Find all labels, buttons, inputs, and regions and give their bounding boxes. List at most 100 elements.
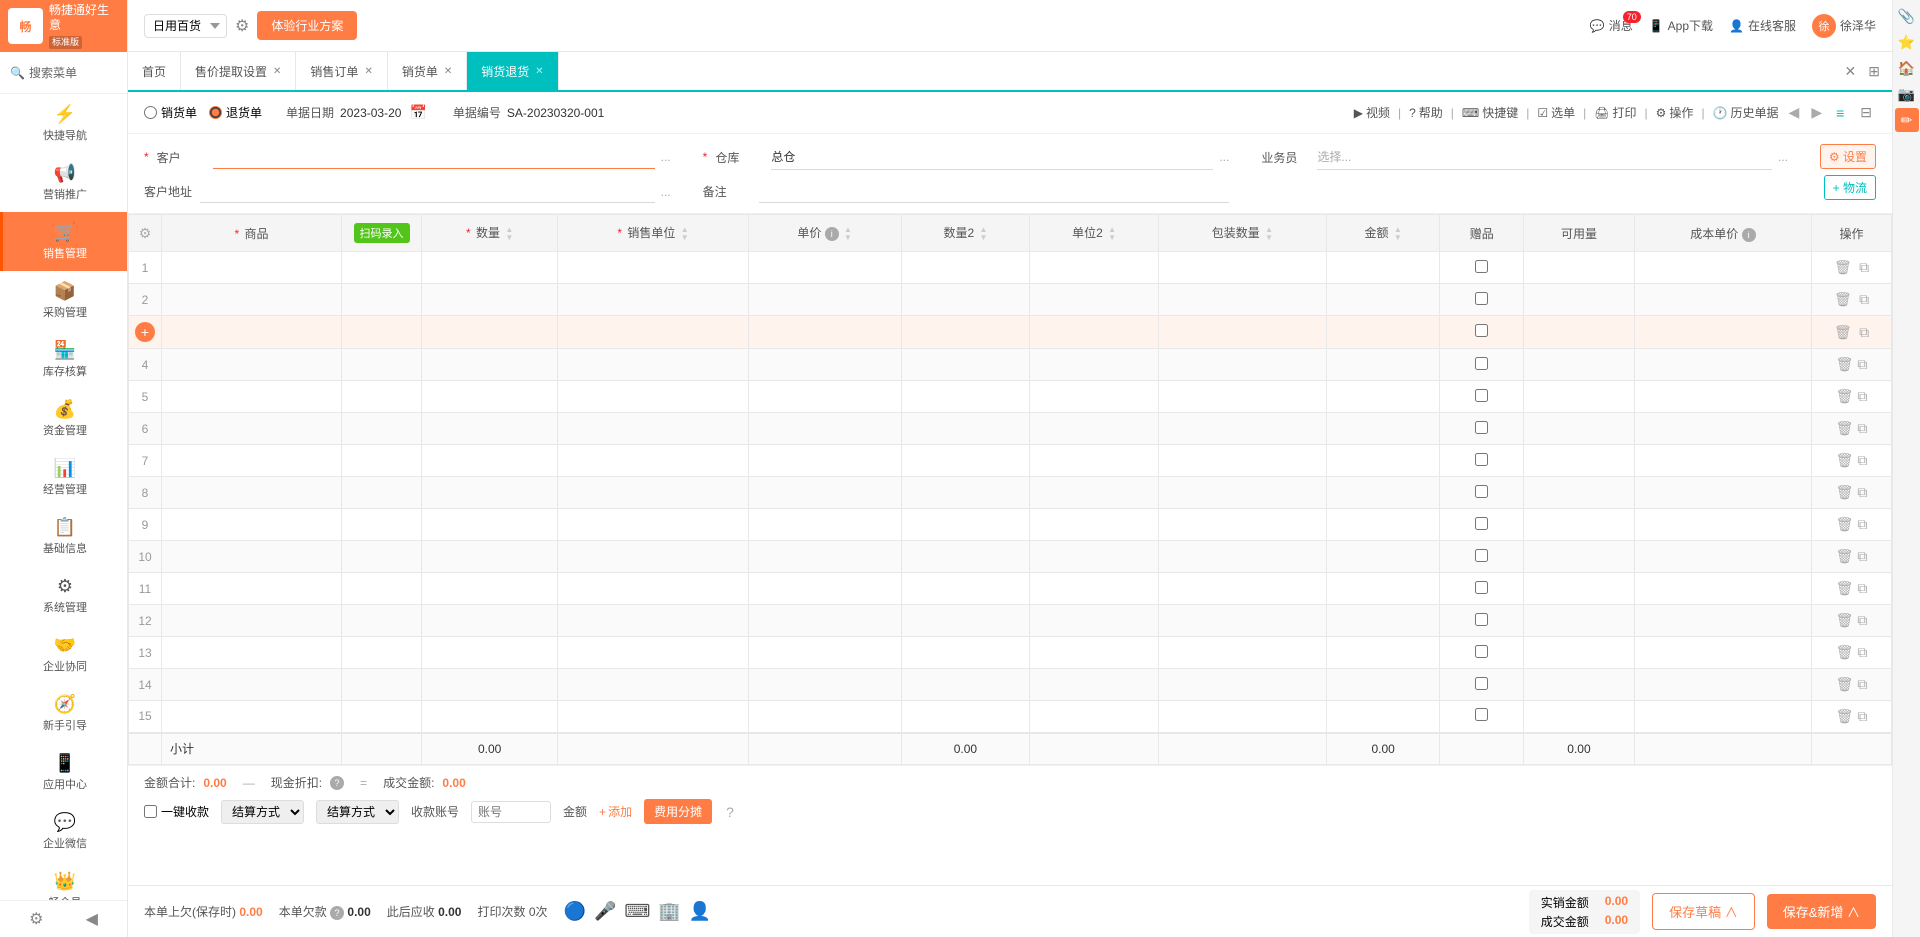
sidebar-item-vip[interactable]: 👑 畅会员 <box>0 861 127 900</box>
amount-sort[interactable]: ▲ ▼ <box>1394 226 1402 242</box>
sidebar-settings-button[interactable]: ⚙ <box>29 909 43 929</box>
cash-discount-info-icon[interactable]: ? <box>330 776 344 790</box>
customer-input[interactable] <box>213 146 655 169</box>
operations-button[interactable]: ⚙ 操作 <box>1656 104 1694 121</box>
sidebar-item-inventory[interactable]: 🏪 库存核算 <box>0 330 127 389</box>
gift-checkbox-10[interactable] <box>1475 549 1488 562</box>
list-view-button[interactable]: ≡ <box>1832 103 1848 123</box>
tab-price-settings[interactable]: 售价提取设置 ✕ <box>181 52 296 91</box>
sidebar-item-wechat[interactable]: 💬 企业微信 <box>0 802 127 861</box>
gift-checkbox-9[interactable] <box>1475 517 1488 530</box>
tab-price-settings-close[interactable]: ✕ <box>271 66 281 77</box>
online-service-button[interactable]: 👤 在线客服 <box>1729 17 1796 34</box>
delete-row-4[interactable]: 🗑 <box>1834 356 1856 373</box>
industry-select[interactable]: 日用百货 <box>144 14 227 38</box>
warehouse-picker-button[interactable]: ... <box>1219 150 1229 164</box>
copy-row-3-button[interactable]: ⧉ <box>1857 324 1871 341</box>
select-button[interactable]: ☑ 选单 <box>1537 104 1575 121</box>
delete-row-2-button[interactable]: 🗑 <box>1832 291 1854 308</box>
message-button[interactable]: 💬 消息 70 <box>1590 17 1633 34</box>
tab-sales-return[interactable]: 销货退货 ✕ <box>467 52 558 91</box>
customer-picker-button[interactable]: ... <box>661 150 671 164</box>
delete-row-15[interactable]: 🗑 <box>1834 708 1856 725</box>
save-new-button[interactable]: 保存&新增 ∧ <box>1767 894 1876 929</box>
copy-row-7[interactable]: ⧉ <box>1855 452 1869 469</box>
staff-picker-button[interactable]: ... <box>1778 150 1788 164</box>
gift-checkbox-2[interactable] <box>1475 292 1488 305</box>
price-sort[interactable]: ▲ ▼ <box>844 226 852 242</box>
save-draft-button[interactable]: 保存草稿 ∧ <box>1652 893 1755 930</box>
right-panel-icon-4[interactable]: 📷 <box>1895 82 1919 106</box>
gift-checkbox-5[interactable] <box>1475 389 1488 402</box>
user-profile[interactable]: 徐 徐泽华 <box>1812 14 1876 38</box>
sidebar-item-system[interactable]: ⚙ 系统管理 <box>0 566 127 625</box>
address-input[interactable] <box>200 180 655 203</box>
tab-sales-delivery[interactable]: 销货单 ✕ <box>388 52 467 91</box>
sidebar-collapse-button[interactable]: ◀ <box>86 909 98 929</box>
expense-help-button[interactable]: ? <box>724 804 736 820</box>
copy-row-5[interactable]: ⧉ <box>1855 388 1869 405</box>
delete-row-1-button[interactable]: 🗑 <box>1832 259 1854 276</box>
bill-debt-info-icon[interactable]: ? <box>330 906 344 920</box>
date-picker-button[interactable]: 📅 <box>407 104 428 121</box>
one-click-pay-input[interactable] <box>144 805 157 818</box>
right-panel-icon-1[interactable]: 📎 <box>1895 4 1919 28</box>
gift-checkbox-12[interactable] <box>1475 613 1488 626</box>
right-panel-icon-5[interactable]: ✏ <box>1895 108 1919 132</box>
delete-row-14[interactable]: 🗑 <box>1834 676 1856 693</box>
account-input[interactable] <box>471 801 551 823</box>
tab-sales-return-close[interactable]: ✕ <box>533 66 543 77</box>
column-settings-button[interactable]: ⚙ <box>137 225 154 242</box>
next-record-button[interactable]: ▶ <box>1809 104 1824 121</box>
close-tab-button[interactable]: ✕ <box>1841 61 1861 82</box>
copy-row-6[interactable]: ⧉ <box>1855 420 1869 437</box>
address-picker-button[interactable]: ... <box>661 185 671 199</box>
delete-row-9[interactable]: 🗑 <box>1834 516 1856 533</box>
delete-row-13[interactable]: 🗑 <box>1834 644 1856 661</box>
sidebar-item-operations[interactable]: 📊 经营管理 <box>0 448 127 507</box>
add-payment-button[interactable]: + 添加 <box>599 803 632 820</box>
copy-row-2-button[interactable]: ⧉ <box>1857 291 1871 308</box>
copy-row-12[interactable]: ⧉ <box>1855 612 1869 629</box>
pack-sort[interactable]: ▲ ▼ <box>1265 226 1273 242</box>
copy-row-9[interactable]: ⧉ <box>1855 516 1869 533</box>
sidebar-item-purchase[interactable]: 📦 采购管理 <box>0 271 127 330</box>
status-icon-3[interactable]: ⌨ <box>624 901 650 922</box>
copy-row-4[interactable]: ⧉ <box>1855 356 1869 373</box>
prev-record-button[interactable]: ◀ <box>1787 104 1802 121</box>
search-menu-button[interactable]: 🔍 搜索菜单 <box>10 60 117 85</box>
status-icon-1[interactable]: 🔵 <box>564 901 586 922</box>
copy-row-1-button[interactable]: ⧉ <box>1857 259 1871 276</box>
copy-row-13[interactable]: ⧉ <box>1855 644 1869 661</box>
quantity-sort[interactable]: ▲ ▼ <box>505 226 513 242</box>
sidebar-item-shortcuts[interactable]: ⚡ 快捷导航 <box>0 94 127 153</box>
print-button[interactable]: 🖨 打印 <box>1594 104 1636 121</box>
radio-sales-return[interactable]: 退货单 <box>209 104 262 121</box>
gift-checkbox-3[interactable] <box>1475 324 1488 337</box>
gift-checkbox-8[interactable] <box>1475 485 1488 498</box>
right-panel-icon-2[interactable]: ⭐ <box>1895 30 1919 54</box>
tab-sales-delivery-close[interactable]: ✕ <box>442 66 452 77</box>
tab-sales-order-close[interactable]: ✕ <box>362 66 372 77</box>
copy-row-14[interactable]: ⧉ <box>1855 676 1869 693</box>
unit-price-info-icon[interactable]: i <box>825 227 839 241</box>
delete-row-5[interactable]: 🗑 <box>1834 388 1856 405</box>
tab-sales-order[interactable]: 销售订单 ✕ <box>296 52 387 91</box>
sidebar-item-apps[interactable]: 📱 应用中心 <box>0 743 127 802</box>
app-download-button[interactable]: 📱 App下载 <box>1649 17 1713 34</box>
sidebar-item-cooperation[interactable]: 🤝 企业协同 <box>0 625 127 684</box>
staff-input[interactable]: 选择... <box>1317 144 1772 170</box>
delete-row-10[interactable]: 🗑 <box>1834 548 1856 565</box>
gift-checkbox-4[interactable] <box>1475 357 1488 370</box>
radio-sales-delivery[interactable]: 销货单 <box>144 104 197 121</box>
sidebar-item-sales[interactable]: 🛒 销售管理 <box>0 212 127 271</box>
logistics-button[interactable]: + 物流 <box>1824 175 1876 200</box>
delete-row-12[interactable]: 🗑 <box>1834 612 1856 629</box>
settle-method-select[interactable]: 结算方式 <box>221 800 304 824</box>
gift-checkbox-14[interactable] <box>1475 677 1488 690</box>
qty2-sort[interactable]: ▲ ▼ <box>979 226 987 242</box>
unit2-sort[interactable]: ▲ ▼ <box>1108 226 1116 242</box>
gift-checkbox-6[interactable] <box>1475 421 1488 434</box>
gift-checkbox-7[interactable] <box>1475 453 1488 466</box>
unit-sort[interactable]: ▲ ▼ <box>681 226 689 242</box>
